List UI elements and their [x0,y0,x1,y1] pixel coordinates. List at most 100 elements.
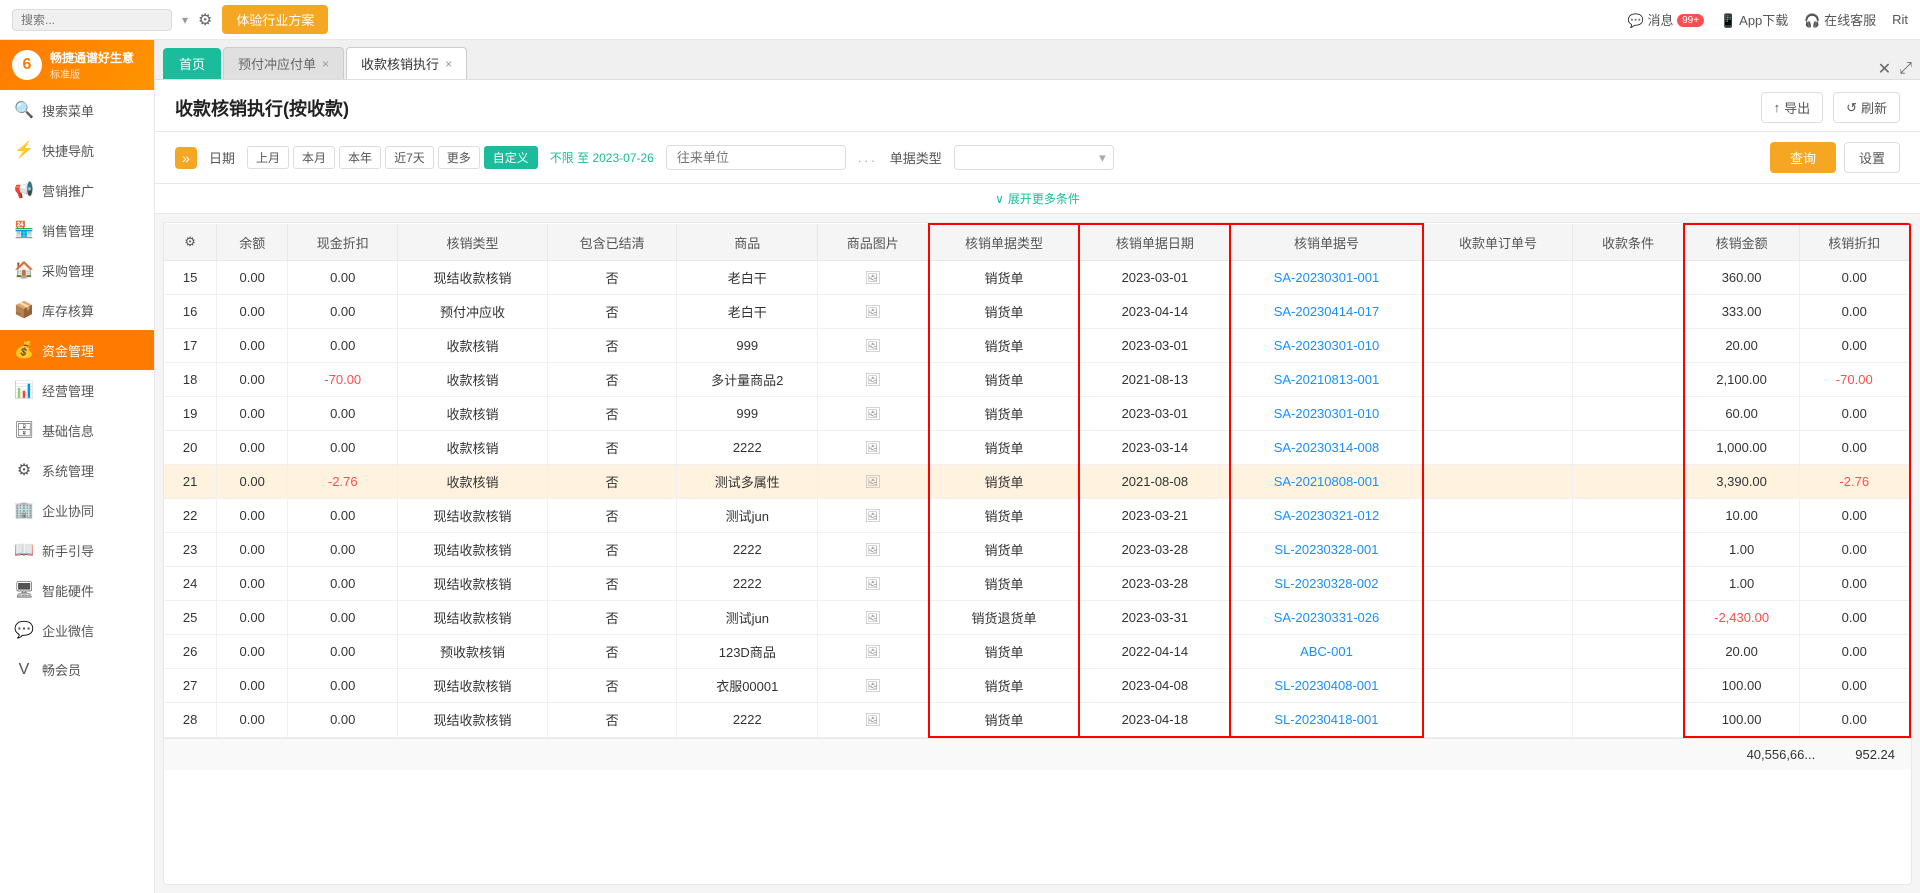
tab-receipts[interactable]: 收款核销执行 × [346,47,467,79]
cell-amount: 100.00 [1684,669,1799,703]
date-btn-custom[interactable]: 自定义 [484,146,538,169]
tab-prepay-close[interactable]: × [322,57,329,71]
tab-receipts-close[interactable]: × [445,57,452,71]
cell-type: 现结收款核销 [398,567,547,601]
date-btn-this-month[interactable]: 本月 [293,146,335,169]
sidebar-item-system[interactable]: ⚙ 系统管理 [0,450,154,490]
cell-discount: 0.00 [1799,329,1910,363]
cell-no: 18 [164,363,217,397]
settings-icon[interactable]: ⚙ [198,10,212,30]
th-gear[interactable]: ⚙ [164,224,217,261]
cell-goods: 2222 [677,533,818,567]
sidebar-item-search[interactable]: 🔍 搜索菜单 [0,90,154,130]
th-payment-cond: 收款条件 [1573,224,1684,261]
date-btn-last-month[interactable]: 上月 [247,146,289,169]
sidebar-item-member[interactable]: V 畅会员 [0,650,154,689]
cell-balance: 0.00 [217,499,288,533]
partner-input[interactable] [666,145,846,170]
cell-type: 收款核销 [398,465,547,499]
bill-no-link[interactable]: SA-20210808-001 [1274,474,1380,489]
sidebar-item-business[interactable]: 📊 经营管理 [0,370,154,410]
sidebar-label-fund: 资金管理 [42,341,94,360]
tab-close-all-icon[interactable]: ✕ [1878,59,1891,79]
bill-type-select[interactable] [954,145,1114,170]
cell-bill-type: 销货单 [929,295,1080,329]
date-range-display: 不限 至 2023-07-26 [550,149,654,166]
cell-cash-discount: 0.00 [288,295,398,329]
bill-no-link[interactable]: SA-20230301-010 [1274,406,1380,421]
date-btn-7days[interactable]: 近7天 [385,146,434,169]
tab-bar-controls: ✕ ⤢ [1878,59,1912,79]
sidebar-label-marketing: 营销推广 [42,181,94,200]
cell-cash-discount: -2.76 [288,465,398,499]
sidebar-item-basic[interactable]: 🗄 基础信息 [0,410,154,450]
tab-maximize-icon[interactable]: ⤢ [1899,60,1912,78]
table-row: 27 0.00 0.00 现结收款核销 否 衣服00001 🖼 销货单 2023… [164,669,1910,703]
bill-no-link[interactable]: SA-20230414-017 [1274,304,1380,319]
tab-receipts-label: 收款核销执行 [361,54,439,73]
industry-btn[interactable]: 体验行业方案 [222,5,328,34]
cell-bill-no: SL-20230328-002 [1230,567,1422,601]
date-btn-this-year[interactable]: 本年 [339,146,381,169]
bill-no-link[interactable]: SL-20230418-001 [1274,712,1378,727]
sidebar-item-sales[interactable]: 🏪 销售管理 [0,210,154,250]
sidebar-item-guide[interactable]: 📖 新手引导 [0,530,154,570]
bill-no-link[interactable]: SL-20230328-002 [1274,576,1378,591]
sidebar-item-purchase[interactable]: 🏠 采购管理 [0,250,154,290]
bill-no-link[interactable]: SA-20230301-001 [1274,270,1380,285]
bill-no-link[interactable]: SA-20230331-026 [1274,610,1380,625]
bill-no-link[interactable]: SA-20210813-001 [1274,372,1380,387]
filter-row: » 日期 上月 本月 本年 近7天 更多 自定义 不限 至 2023-07-26… [175,142,1900,173]
bill-type-label: 单据类型 [890,148,942,167]
bill-no-link[interactable]: SA-20230301-010 [1274,338,1380,353]
sidebar-item-corp[interactable]: 🏢 企业协同 [0,490,154,530]
cell-discount: 0.00 [1799,601,1910,635]
cell-payment-cond [1573,567,1684,601]
online-service-btn[interactable]: 🎧 在线客服 [1804,10,1876,29]
cell-bill-type: 销货单 [929,567,1080,601]
cell-amount: 20.00 [1684,635,1799,669]
filter-toggle-button[interactable]: » [175,147,197,169]
table-row: 28 0.00 0.00 现结收款核销 否 2222 🖼 销货单 2023-04… [164,703,1910,738]
bill-no-link[interactable]: SA-20230321-012 [1274,508,1380,523]
sidebar-label-member: 畅会员 [42,660,81,679]
expand-more-bar[interactable]: ∨ 展开更多条件 [155,184,1920,214]
cell-amount: 1.00 [1684,567,1799,601]
th-discount: 核销折扣 [1799,224,1910,261]
cell-bill-type: 销货单 [929,465,1080,499]
app-download-btn[interactable]: 📱 App下载 [1720,10,1788,29]
sidebar-item-quick[interactable]: ⚡ 快捷导航 [0,130,154,170]
cell-goods-img: 🖼 [818,567,929,601]
tab-home[interactable]: 首页 [163,48,221,79]
sidebar-item-marketing[interactable]: 📢 营销推广 [0,170,154,210]
sidebar-item-wechat[interactable]: 💬 企业微信 [0,610,154,650]
cell-balance: 0.00 [217,261,288,295]
sidebar-item-inventory[interactable]: 📦 库存核算 [0,290,154,330]
date-btn-more[interactable]: 更多 [438,146,480,169]
discount-total: 952.24 [1855,747,1895,762]
sidebar-item-hardware[interactable]: 🖥 智能硬件 [0,570,154,610]
cell-cash-discount: 0.00 [288,499,398,533]
query-button[interactable]: 查询 [1770,142,1836,173]
export-button[interactable]: ↑ 导出 [1761,92,1824,123]
bill-no-link[interactable]: SL-20230408-001 [1274,678,1378,693]
cell-bill-date: 2023-04-08 [1079,669,1230,703]
bill-no-link[interactable]: SA-20230314-008 [1274,440,1380,455]
cell-goods-img: 🖼 [818,669,929,703]
bill-no-link[interactable]: ABC-001 [1300,644,1353,659]
table-row: 23 0.00 0.00 现结收款核销 否 2222 🖼 销货单 2023-03… [164,533,1910,567]
notification-btn[interactable]: 💬 消息 99+ [1628,10,1704,29]
refresh-button[interactable]: ↺ 刷新 [1833,92,1900,123]
cell-bill-no: ABC-001 [1230,635,1422,669]
sidebar-item-fund[interactable]: 💰 资金管理 [0,330,154,370]
refresh-icon: ↺ [1846,100,1857,116]
cell-balance: 0.00 [217,397,288,431]
filter-settings-button[interactable]: 设置 [1844,142,1900,173]
bill-no-link[interactable]: SL-20230328-001 [1274,542,1378,557]
cell-bill-no: SA-20230321-012 [1230,499,1422,533]
top-search-input[interactable] [12,9,172,31]
cell-bill-date: 2023-03-28 [1079,533,1230,567]
cell-goods-img: 🖼 [818,329,929,363]
tab-prepay[interactable]: 预付冲应付单 × [223,47,344,79]
date-filter-label: 日期 [209,148,235,167]
